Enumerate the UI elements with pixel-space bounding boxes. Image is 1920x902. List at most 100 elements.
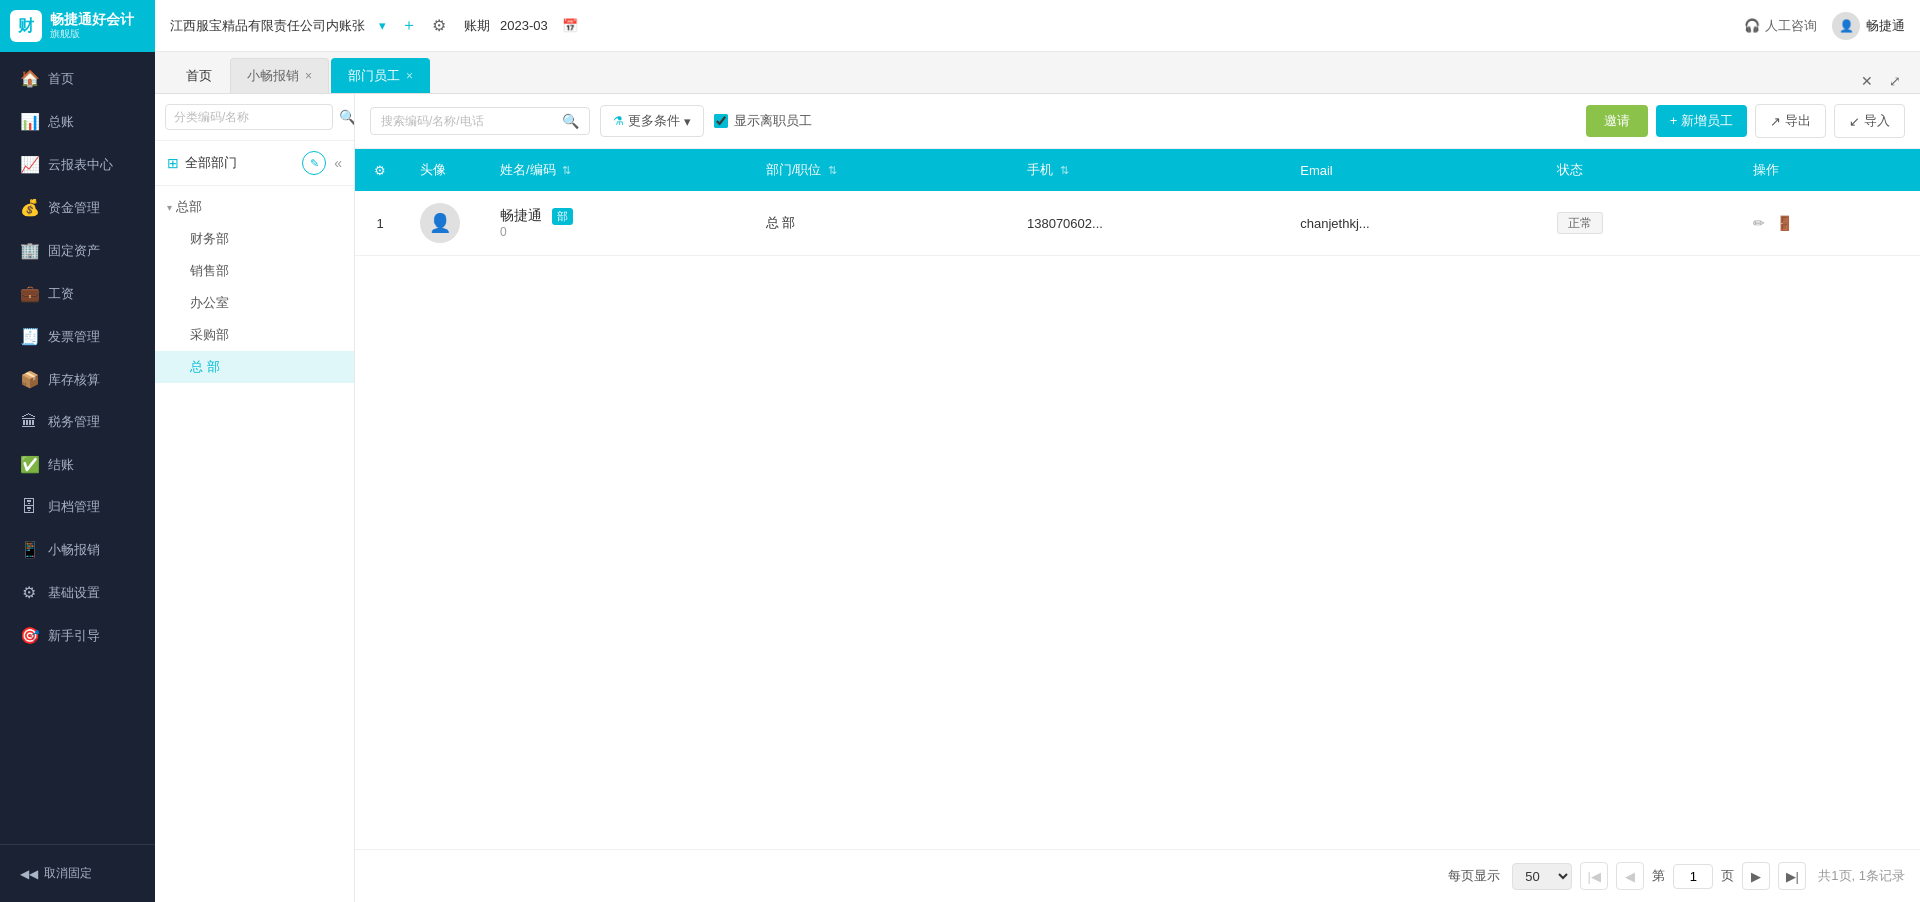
service-button[interactable]: 🎧 人工咨询 bbox=[1744, 17, 1817, 35]
employee-search-icon[interactable]: 🔍 bbox=[562, 113, 579, 129]
sidebar-item-assets[interactable]: 🏢固定资产 bbox=[0, 229, 155, 272]
dept-edit-button[interactable]: ✎ bbox=[302, 151, 326, 175]
employee-search-input[interactable] bbox=[381, 114, 556, 128]
sidebar-label-tax: 税务管理 bbox=[48, 413, 100, 431]
col-name[interactable]: 姓名/编码 ⇅ bbox=[485, 149, 751, 191]
tab-department[interactable]: 部门员工 × bbox=[331, 58, 430, 93]
sidebar-item-salary[interactable]: 💼工资 bbox=[0, 272, 155, 315]
expense-icon: 📱 bbox=[20, 540, 38, 559]
dept-tree-item[interactable]: 总 部 bbox=[155, 351, 354, 383]
grid-icon: ⊞ bbox=[167, 155, 179, 171]
sidebar-item-home[interactable]: 🏠首页 bbox=[0, 57, 155, 100]
dept-tree-item[interactable]: 办公室 bbox=[155, 287, 354, 319]
inventory-icon: 📦 bbox=[20, 370, 38, 389]
avatar-icon: 👤 bbox=[1839, 19, 1854, 33]
col-settings[interactable]: ⚙ bbox=[355, 149, 405, 191]
sidebar-label-home: 首页 bbox=[48, 70, 74, 88]
page-suffix: 页 bbox=[1721, 867, 1734, 885]
row-avatar: 👤 bbox=[405, 191, 485, 256]
sidebar-item-inventory[interactable]: 📦库存核算 bbox=[0, 358, 155, 401]
export-button[interactable]: ↗ 导出 bbox=[1755, 104, 1826, 138]
dept-collapse-icon[interactable]: « bbox=[334, 155, 342, 171]
dept-search-area: 🔍 bbox=[155, 94, 354, 141]
tab-department-close[interactable]: × bbox=[406, 69, 413, 83]
dept-tree-header: ⊞ 全部部门 ✎ « bbox=[155, 141, 354, 186]
sidebar-bottom: ◀◀ 取消固定 bbox=[0, 844, 155, 902]
tab-close-window-button[interactable]: ✕ bbox=[1857, 69, 1877, 93]
basic-icon: ⚙ bbox=[20, 583, 38, 602]
page-prev-button[interactable]: ◀ bbox=[1616, 862, 1644, 890]
show-resigned-checkbox-label[interactable]: 显示离职员工 bbox=[714, 112, 812, 130]
sidebar-item-guide[interactable]: 🎯新手引导 bbox=[0, 614, 155, 657]
dept-tree-item[interactable]: ▾ 总部 bbox=[155, 191, 354, 223]
user-menu[interactable]: 👤 畅捷通 bbox=[1832, 12, 1905, 40]
sidebar-item-expense[interactable]: 📱 小畅报销 bbox=[0, 528, 155, 571]
page-first-button[interactable]: |◀ bbox=[1580, 862, 1608, 890]
dept-tree-item[interactable]: 销售部 bbox=[155, 255, 354, 287]
invite-button[interactable]: 邀请 bbox=[1586, 105, 1648, 137]
topbar: 江西服宝精品有限责任公司内账张 ▾ ＋ ⚙ 账期 2023-03 📅 🎧 人工咨… bbox=[155, 0, 1920, 52]
dept-search-icon[interactable]: 🔍 bbox=[339, 109, 355, 125]
col-phone[interactable]: 手机 ⇅ bbox=[1012, 149, 1285, 191]
sidebar-item-tax[interactable]: 🏛税务管理 bbox=[0, 401, 155, 443]
show-resigned-checkbox[interactable] bbox=[714, 114, 728, 128]
page-label: 第 bbox=[1652, 867, 1665, 885]
page-number-input[interactable] bbox=[1673, 864, 1713, 889]
topbar-right: 🎧 人工咨询 👤 畅捷通 bbox=[1744, 12, 1905, 40]
user-avatar: 👤 bbox=[1832, 12, 1860, 40]
filter-icon: ⚗ bbox=[613, 114, 624, 128]
per-page-select[interactable]: 50 100 bbox=[1512, 863, 1572, 890]
sidebar-item-basic[interactable]: ⚙ 基础设置 bbox=[0, 571, 155, 614]
filter-label: 更多条件 bbox=[628, 112, 680, 130]
sidebar-item-invoice[interactable]: 🧾发票管理 bbox=[0, 315, 155, 358]
main-content: 江西服宝精品有限责任公司内账张 ▾ ＋ ⚙ 账期 2023-03 📅 🎧 人工咨… bbox=[155, 0, 1920, 902]
cloud-report-icon: 📈 bbox=[20, 155, 38, 174]
nav-list: 🏠首页📊总账 📈 云报表中心 💰资金管理🏢固定资产💼工资🧾发票管理📦库存核算🏛税务管理… bbox=[0, 52, 155, 844]
sidebar-item-ledger[interactable]: 📊总账 bbox=[0, 100, 155, 143]
topbar-settings-icon[interactable]: ⚙ bbox=[432, 16, 446, 35]
calendar-icon[interactable]: 📅 bbox=[562, 18, 578, 33]
tab-xiaochang[interactable]: 小畅报销 × bbox=[230, 58, 329, 93]
tab-maximize-button[interactable]: ⤢ bbox=[1885, 69, 1905, 93]
sidebar-label-cloud-report: 云报表中心 bbox=[48, 156, 113, 174]
page-next-button[interactable]: ▶ bbox=[1742, 862, 1770, 890]
sidebar-label-expense: 小畅报销 bbox=[48, 541, 100, 559]
dept-search-input[interactable] bbox=[165, 104, 333, 130]
col-dept[interactable]: 部门/职位 ⇅ bbox=[751, 149, 1012, 191]
dept-tree-item[interactable]: 采购部 bbox=[155, 319, 354, 351]
dept-tree-item[interactable]: 财务部 bbox=[155, 223, 354, 255]
sidebar-label-basic: 基础设置 bbox=[48, 584, 100, 602]
tab-xiaochang-close[interactable]: × bbox=[305, 69, 312, 83]
row-dept: 总 部 bbox=[751, 191, 1012, 256]
import-icon: ↙ bbox=[1849, 114, 1860, 129]
sidebar-item-cloud-report[interactable]: 📈 云报表中心 bbox=[0, 143, 155, 186]
company-dropdown-icon[interactable]: ▾ bbox=[379, 18, 386, 33]
topbar-add-icon[interactable]: ＋ bbox=[396, 15, 422, 36]
all-dept-label: ⊞ 全部部门 bbox=[167, 154, 294, 172]
import-button[interactable]: ↙ 导入 bbox=[1834, 104, 1905, 138]
add-employee-button[interactable]: + 新增员工 bbox=[1656, 105, 1747, 137]
avatar: 👤 bbox=[420, 203, 460, 243]
page-last-button[interactable]: ▶| bbox=[1778, 862, 1806, 890]
col-actions: 操作 bbox=[1738, 149, 1920, 191]
tab-xiaochang-label: 小畅报销 bbox=[247, 67, 299, 85]
sidebar-item-fund[interactable]: 💰资金管理 bbox=[0, 186, 155, 229]
sidebar-item-archive[interactable]: 🗄归档管理 bbox=[0, 486, 155, 528]
per-page-label: 每页显示 bbox=[1448, 867, 1500, 885]
employee-code: 0 bbox=[500, 225, 736, 239]
sidebar-label-salary: 工资 bbox=[48, 285, 74, 303]
filter-button[interactable]: ⚗ 更多条件 ▾ bbox=[600, 105, 704, 137]
tabs-right-actions: ✕ ⤢ bbox=[1857, 69, 1905, 93]
dept-badge: 部 bbox=[552, 208, 573, 225]
employee-search-box: 🔍 bbox=[370, 107, 590, 135]
tab-home[interactable]: 首页 bbox=[170, 59, 228, 93]
delete-button[interactable]: 🚪 bbox=[1776, 215, 1793, 231]
row-index: 1 bbox=[355, 191, 405, 256]
col-avatar: 头像 bbox=[405, 149, 485, 191]
employee-table: ⚙ 头像 姓名/编码 ⇅ 部门/职位 ⇅ 手机 ⇅ Email 状态 操作 1 bbox=[355, 149, 1920, 256]
cancel-fixed-button[interactable]: ◀◀ 取消固定 bbox=[0, 855, 155, 892]
employee-table-container: ⚙ 头像 姓名/编码 ⇅ 部门/职位 ⇅ 手机 ⇅ Email 状态 操作 1 bbox=[355, 149, 1920, 849]
edit-button[interactable]: ✏ bbox=[1753, 215, 1765, 231]
sidebar-item-close[interactable]: ✅结账 bbox=[0, 443, 155, 486]
employee-name: 畅捷通 bbox=[500, 207, 542, 225]
